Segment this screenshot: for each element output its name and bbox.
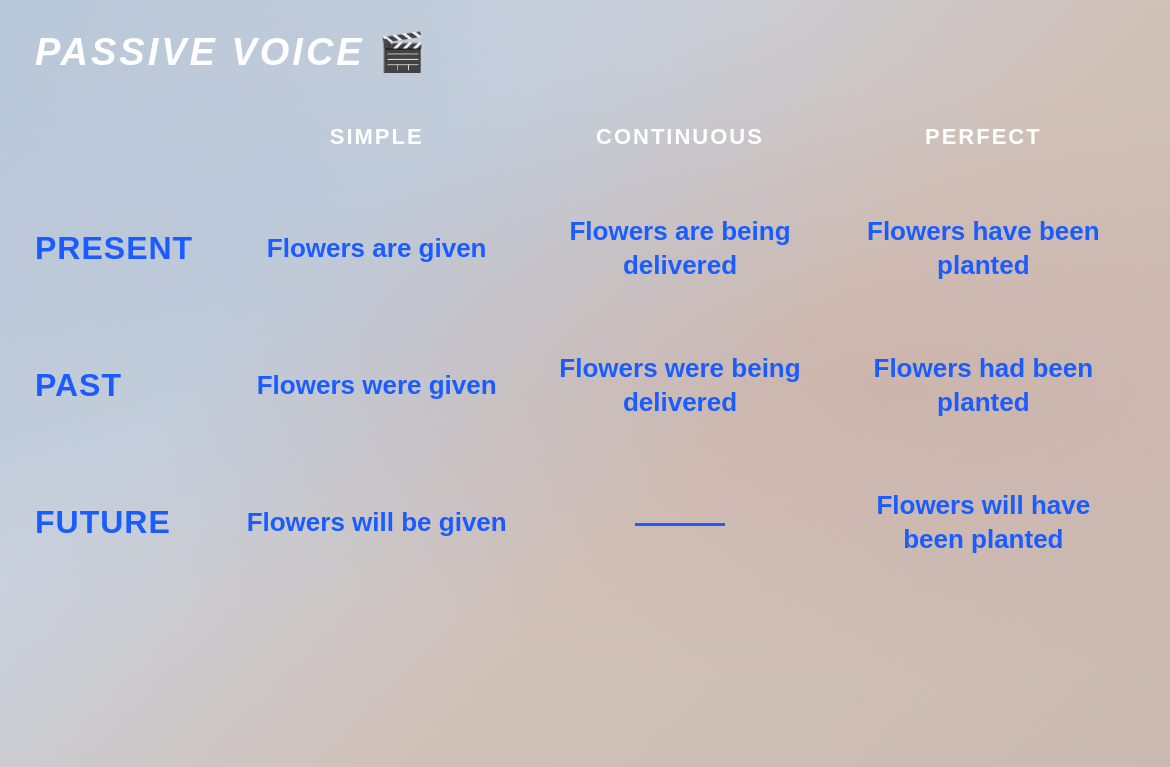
header-simple: SIMPLE bbox=[225, 124, 528, 180]
cell-present-continuous: Flowers are being delivered bbox=[528, 180, 831, 317]
cell-present-perfect: Flowers have been planted bbox=[832, 180, 1135, 317]
row-label-present: PRESENT bbox=[35, 180, 225, 317]
cell-past-simple: Flowers were given bbox=[225, 317, 528, 454]
page-title: PASSIVE VOICE 🎬 bbox=[35, 30, 1135, 74]
cell-future-perfect: Flowers will have been planted bbox=[832, 454, 1135, 591]
header-continuous: CONTINUOUS bbox=[528, 124, 831, 180]
cell-past-perfect: Flowers had been planted bbox=[832, 317, 1135, 454]
cell-past-continuous: Flowers were being delivered bbox=[528, 317, 831, 454]
main-grid: SIMPLE CONTINUOUS PERFECT PRESENT Flower… bbox=[35, 124, 1135, 591]
row-label-future: FUTURE bbox=[35, 454, 225, 591]
cell-present-simple: Flowers are given bbox=[225, 180, 528, 317]
page-container: PASSIVE VOICE 🎬 SIMPLE CONTINUOUS PERFEC… bbox=[0, 0, 1170, 767]
cell-future-continuous: ——— bbox=[528, 454, 831, 591]
title-text: PASSIVE VOICE bbox=[35, 31, 365, 73]
header-empty bbox=[35, 124, 225, 180]
row-label-past: PAST bbox=[35, 317, 225, 454]
title-emoji: 🎬 bbox=[378, 31, 428, 73]
cell-future-simple: Flowers will be given bbox=[225, 454, 528, 591]
header-perfect: PERFECT bbox=[832, 124, 1135, 180]
